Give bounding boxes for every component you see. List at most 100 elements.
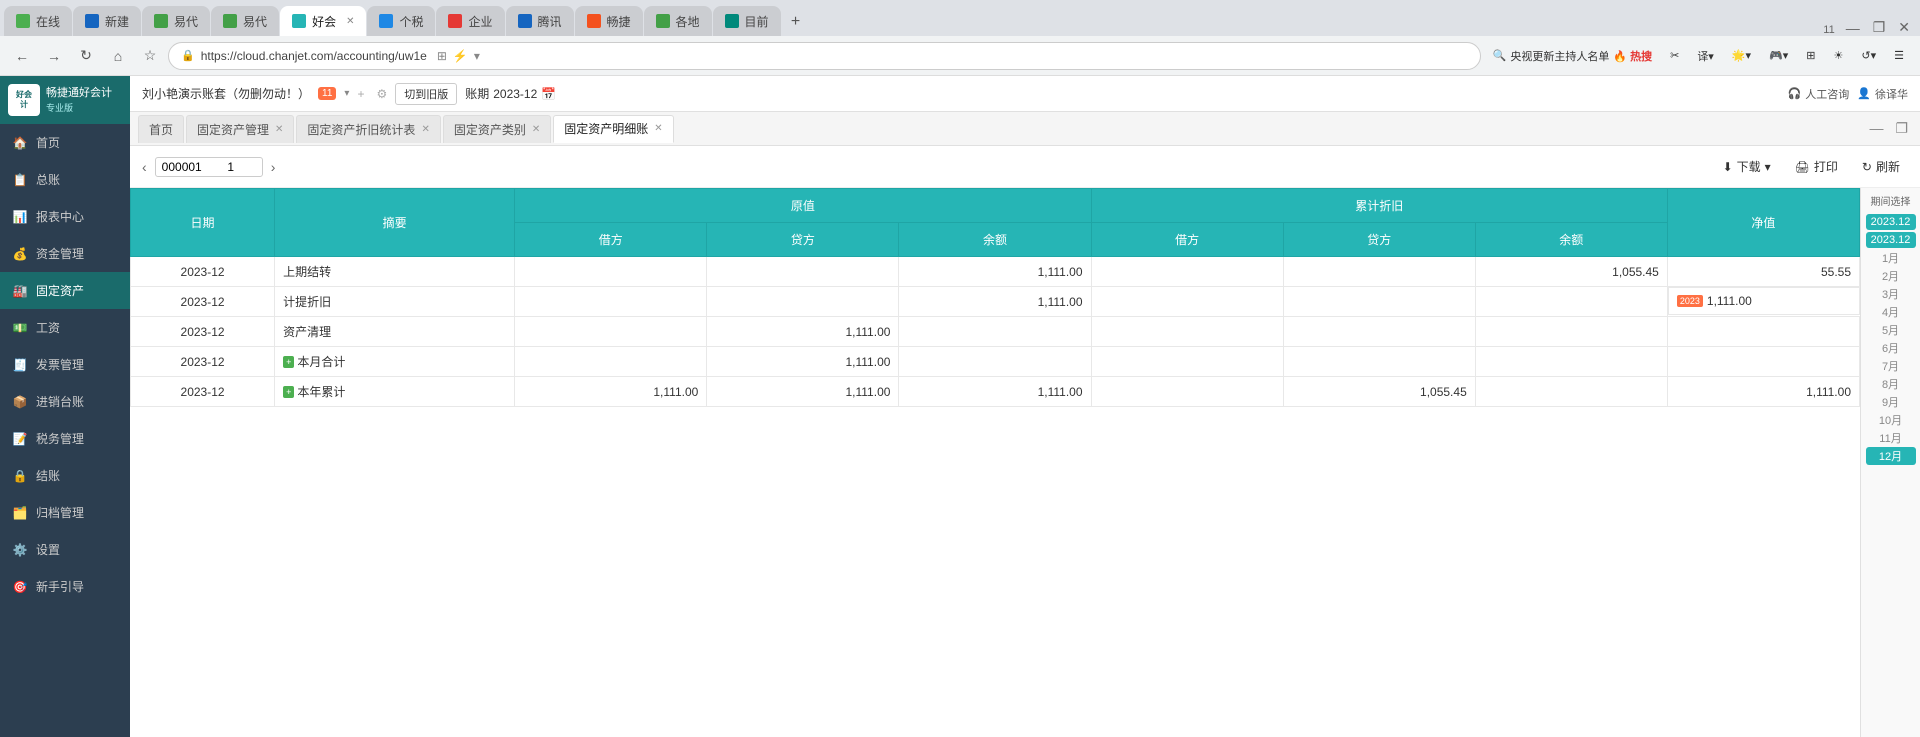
sidebar-label-home: 首页 — [36, 134, 60, 151]
maximize-button[interactable]: ❐ — [1867, 19, 1892, 36]
period-month-11[interactable]: 11月 — [1866, 429, 1916, 447]
header-dep-balance: 余额 — [1475, 223, 1667, 257]
browser-tab-yidai2[interactable]: 易代 — [211, 6, 279, 36]
period-month-1[interactable]: 1月 — [1866, 249, 1916, 267]
browser-tab-new[interactable]: 新建 — [73, 6, 141, 36]
period-month-12[interactable]: 12月 — [1866, 447, 1916, 465]
tab-fixed-assets-detail-close[interactable]: ✕ — [654, 123, 662, 134]
cell-dep-credit — [1283, 287, 1475, 317]
game-button[interactable]: 🎮▾ — [1761, 42, 1796, 70]
add-account-button[interactable]: + — [357, 87, 364, 101]
period-month-9[interactable]: 9月 — [1866, 393, 1916, 411]
period-month-3[interactable]: 3月 — [1866, 285, 1916, 303]
tab-favicon — [85, 14, 99, 28]
tab-fixed-assets-dep[interactable]: 固定资产折旧统计表 ✕ — [296, 115, 440, 143]
tab-fixed-assets-dep-close[interactable]: ✕ — [421, 124, 429, 135]
sidebar-item-guide[interactable]: 🎯 新手引导 — [0, 568, 130, 605]
browser-tab-yidai1[interactable]: 易代 — [142, 6, 210, 36]
tab-fixed-assets-mgmt-close[interactable]: ✕ — [275, 124, 283, 135]
history-button[interactable]: ↺▾ — [1853, 42, 1884, 70]
period-month-5[interactable]: 5月 — [1866, 321, 1916, 339]
header-dep-credit: 贷方 — [1283, 223, 1475, 257]
download-button[interactable]: ⬇ 下载 ▾ — [1715, 154, 1779, 179]
menu-button[interactable]: ☰ — [1886, 42, 1912, 70]
period-month-7[interactable]: 7月 — [1866, 357, 1916, 375]
year-summary-tag: + — [283, 386, 294, 398]
period-month-10[interactable]: 10月 — [1866, 411, 1916, 429]
tab-fixed-assets-mgmt[interactable]: 固定资产管理 ✕ — [186, 115, 294, 143]
closing-icon: 🔒 — [12, 468, 28, 484]
user-button[interactable]: 👤 徐译华 — [1857, 86, 1908, 102]
sidebar-item-tax[interactable]: 📝 税务管理 — [0, 420, 130, 457]
sidebar-item-general-ledger[interactable]: 📋 总账 — [0, 161, 130, 198]
address-bar[interactable]: 🔒 https://cloud.chanjet.com/accounting/u… — [168, 42, 1481, 70]
page-index-input[interactable] — [206, 160, 256, 174]
period-month-6[interactable]: 6月 — [1866, 339, 1916, 357]
wallet-button[interactable]: 🌟▾ — [1724, 42, 1759, 70]
period-start-date[interactable]: 2023.12 — [1866, 214, 1916, 230]
hot-search-label: 🔥 热搜 — [1613, 48, 1652, 64]
browser-tab-muqian[interactable]: 目前 — [713, 6, 781, 36]
back-button[interactable]: ← — [8, 42, 36, 70]
content-maximize-icon[interactable]: ❐ — [1891, 120, 1912, 137]
expand-address-icon[interactable]: ▾ — [474, 49, 480, 63]
new-tab-button[interactable]: + — [782, 8, 810, 36]
grid-button[interactable]: ⊞ — [1798, 42, 1823, 70]
tab-fixed-assets-dep-label: 固定资产折旧统计表 — [307, 121, 415, 138]
print-button[interactable]: 🖨 打印 — [1787, 154, 1846, 179]
calendar-icon[interactable]: 📅 — [541, 87, 556, 101]
sidebar-item-invoice[interactable]: 🧾 发票管理 — [0, 346, 130, 383]
tab-fixed-assets-detail[interactable]: 固定资产明细账 ✕ — [553, 115, 673, 143]
close-window-button[interactable]: ✕ — [1892, 19, 1916, 36]
sidebar-item-closing[interactable]: 🔒 结账 — [0, 457, 130, 494]
translate-button[interactable]: 译▾ — [1689, 42, 1722, 70]
period-month-8[interactable]: 8月 — [1866, 375, 1916, 393]
browser-tab-tengxun[interactable]: 腾讯 — [506, 6, 574, 36]
tab-home[interactable]: 首页 — [138, 115, 184, 143]
minimize-button[interactable]: — — [1840, 20, 1866, 36]
browser-tab-haokuai[interactable]: 好会 ✕ — [280, 6, 366, 36]
browser-tab-qiye[interactable]: 企业 — [436, 6, 504, 36]
browser-tab-online[interactable]: 在线 — [4, 6, 72, 36]
cell-dep-balance — [1475, 287, 1667, 317]
search-news-button[interactable]: 🔍 央视更新主持人名单 🔥 热搜 — [1485, 42, 1660, 70]
period-sidebar-header: 期间选择 — [1869, 192, 1913, 213]
refresh-button[interactable]: ↻ — [72, 42, 100, 70]
browser-tab-geshui[interactable]: 个税 — [367, 6, 435, 36]
sidebar-item-home[interactable]: 🏠 首页 — [0, 124, 130, 161]
forward-button[interactable]: → — [40, 42, 68, 70]
sidebar-item-reports[interactable]: 📊 报表中心 — [0, 198, 130, 235]
scissors-button[interactable]: ✂ — [1662, 42, 1687, 70]
cell-dep-debit — [1091, 287, 1283, 317]
download-icon: ⬇ — [1723, 160, 1733, 174]
content-area: ‹ 000001 › ⬇ 下载 ▾ 🖨 打印 — [130, 146, 1920, 737]
content-minimize-icon[interactable]: — — [1865, 120, 1887, 137]
refresh-data-button[interactable]: ↻ 刷新 — [1854, 154, 1908, 179]
cell-orig-balance — [899, 347, 1091, 377]
period-month-4[interactable]: 4月 — [1866, 303, 1916, 321]
theme-button[interactable]: ☀ — [1826, 42, 1852, 70]
sidebar-item-fund[interactable]: 💰 资金管理 — [0, 235, 130, 272]
prev-page-button[interactable]: ‹ — [142, 159, 147, 175]
sidebar-label-ledger: 总账 — [36, 171, 60, 188]
support-button[interactable]: 🎧 人工咨询 — [1788, 86, 1850, 102]
sidebar-item-payroll[interactable]: 💵 工资 — [0, 309, 130, 346]
sidebar-item-inventory[interactable]: 📦 进销台账 — [0, 383, 130, 420]
next-page-button[interactable]: › — [271, 159, 276, 175]
sidebar-item-settings[interactable]: ⚙️ 设置 — [0, 531, 130, 568]
period-month-2[interactable]: 2月 — [1866, 267, 1916, 285]
period-end-date[interactable]: 2023.12 — [1866, 232, 1916, 248]
restore-old-version-button[interactable]: 切到旧版 — [395, 83, 457, 105]
account-dropdown-icon[interactable]: ▾ — [344, 88, 349, 99]
sidebar-item-archive[interactable]: 🗂️ 归档管理 — [0, 494, 130, 531]
bookmark-button[interactable]: ☆ — [136, 42, 164, 70]
browser-tab-gedi[interactable]: 各地 — [644, 6, 712, 36]
settings-gear-icon[interactable]: ⚙ — [376, 87, 387, 101]
tab-fixed-assets-cat-close[interactable]: ✕ — [532, 124, 540, 135]
sidebar-item-fixed-assets[interactable]: 🏭 固定资产 — [0, 272, 130, 309]
browser-tab-changjie[interactable]: 畅捷 — [575, 6, 643, 36]
tab-fixed-assets-cat[interactable]: 固定资产类别 ✕ — [443, 115, 551, 143]
tab-favicon — [379, 14, 393, 28]
home-nav-button[interactable]: ⌂ — [104, 42, 132, 70]
tab-close-icon[interactable]: ✕ — [346, 16, 354, 27]
